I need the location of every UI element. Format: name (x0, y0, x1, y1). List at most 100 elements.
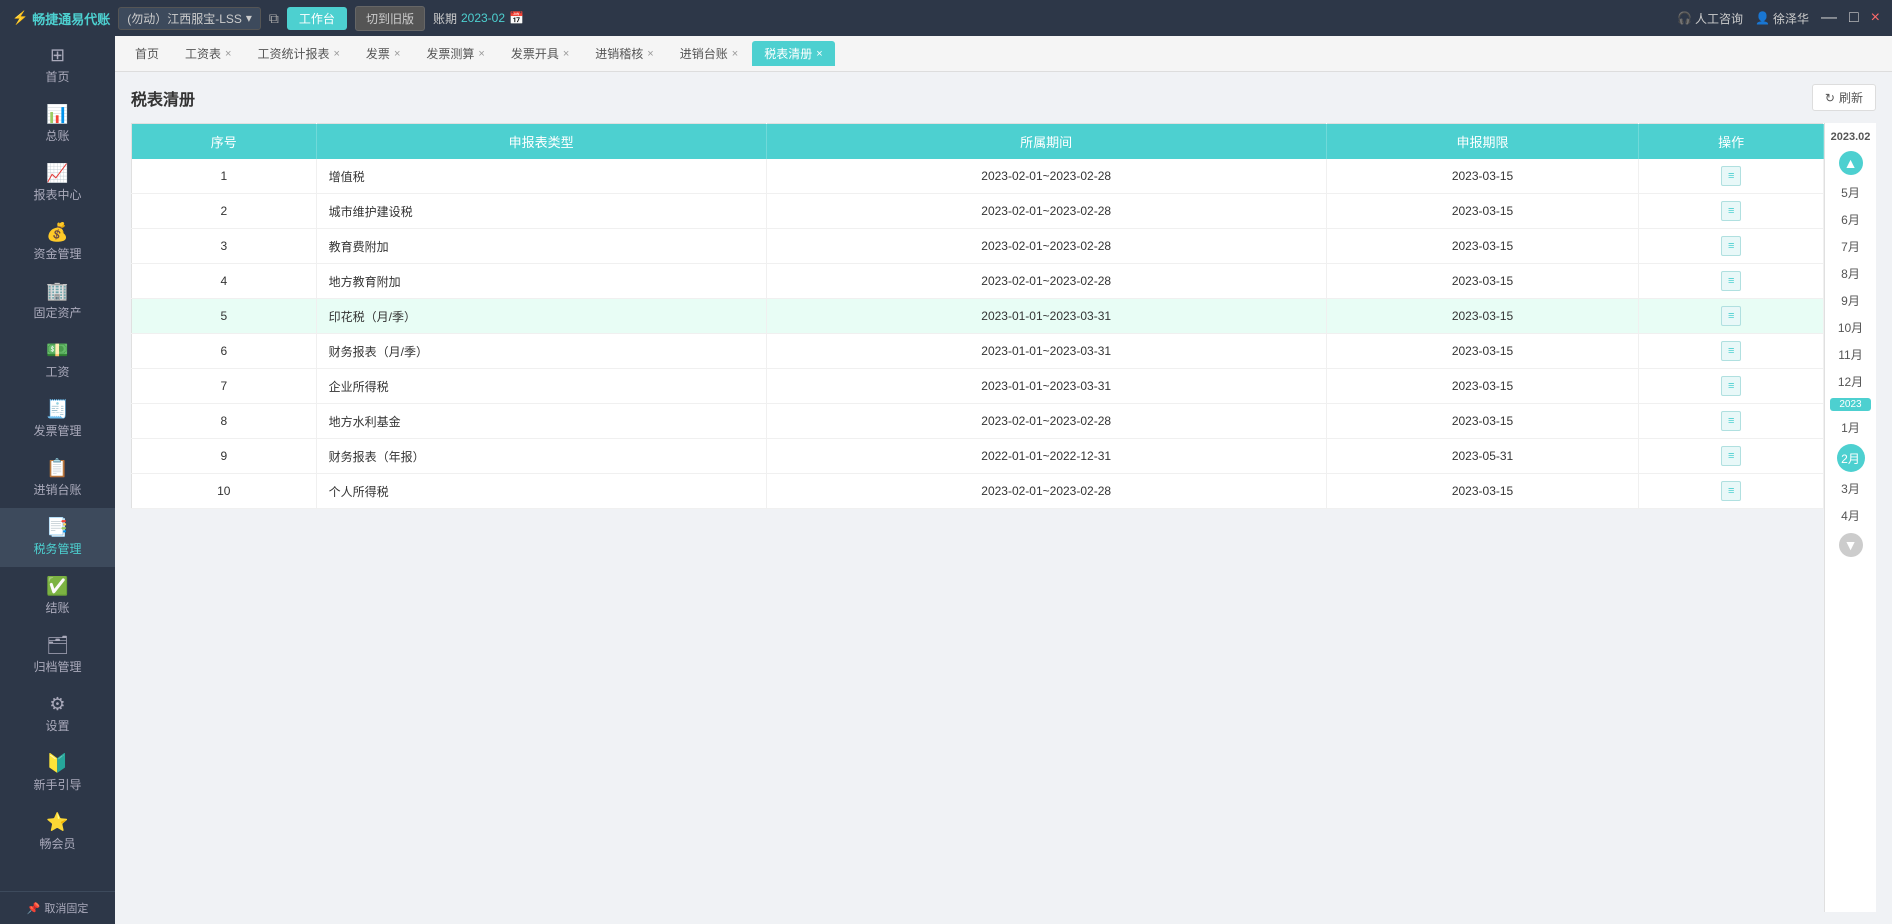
cell-action[interactable]: ≡ (1639, 474, 1824, 509)
timeline-month[interactable]: 7月 (1825, 233, 1876, 260)
tab-close-invoice[interactable]: × (394, 48, 400, 60)
timeline-month-4月[interactable]: 4月 (1825, 502, 1876, 529)
timeline-prev-button[interactable]: ▲ (1839, 151, 1863, 175)
cell-action[interactable]: ≡ (1639, 264, 1824, 299)
sidebar-item-label: 畅会员 (39, 835, 75, 852)
tab-invoice-calc[interactable]: 发票测算 × (414, 41, 496, 66)
sidebar-item-report[interactable]: 📈 报表中心 (0, 154, 115, 213)
timeline-month[interactable]: 5月 (1825, 179, 1876, 206)
cell-no: 1 (132, 159, 317, 194)
cell-action[interactable]: ≡ (1639, 229, 1824, 264)
cell-action[interactable]: ≡ (1639, 334, 1824, 369)
sidebar-item-member[interactable]: ⭐ 畅会员 (0, 803, 115, 862)
invoice-icon: 🧾 (46, 400, 68, 418)
tab-close-purchase-ledger[interactable]: × (732, 48, 738, 60)
table-row: 10 个人所得税 2023-02-01~2023-02-28 2023-03-1… (132, 474, 1824, 509)
timeline-month[interactable]: 12月 (1825, 368, 1876, 395)
action-icon[interactable]: ≡ (1721, 166, 1741, 186)
action-icon[interactable]: ≡ (1721, 376, 1741, 396)
minimize-button[interactable]: — (1821, 9, 1837, 27)
timeline-month-3月[interactable]: 3月 (1825, 475, 1876, 502)
action-icon[interactable]: ≡ (1721, 446, 1741, 466)
timeline-next-button[interactable]: ▼ (1839, 533, 1863, 557)
sidebar-item-label: 固定资产 (33, 304, 81, 321)
sidebar-item-label: 首页 (45, 68, 69, 85)
sidebar-item-tax[interactable]: 📑 税务管理 (0, 508, 115, 567)
action-icon[interactable]: ≡ (1721, 481, 1741, 501)
tab-invoice[interactable]: 发票× (354, 41, 412, 66)
cell-no: 5 (132, 299, 317, 334)
calendar-icon[interactable]: 📅 (509, 11, 524, 25)
sidebar-item-fixed-assets[interactable]: 🏢 固定资产 (0, 272, 115, 331)
tab-invoice-open[interactable]: 发票开具× (499, 41, 581, 66)
main-layout: ⊞ 首页 📊 总账 📈 报表中心 💰 资金管理 🏢 固定资产 💵 工资 🧾 发票… (0, 36, 1892, 924)
close-button[interactable]: × (1871, 9, 1880, 27)
sidebar-item-salary[interactable]: 💵 工资 (0, 331, 115, 390)
tab-label-purchase-check: 进销稽核 (595, 45, 643, 62)
sidebar-item-home[interactable]: ⊞ 首页 (0, 36, 115, 95)
timeline-month[interactable]: 8月 (1825, 260, 1876, 287)
refresh-button[interactable]: ↻ 刷新 (1812, 84, 1876, 111)
cell-deadline: 2023-03-15 (1326, 194, 1639, 229)
copy-icon[interactable]: ⧉ (269, 10, 279, 27)
col-header-所属期间: 所属期间 (766, 124, 1326, 160)
timeline-month[interactable]: 6月 (1825, 206, 1876, 233)
tab-close-purchase-check[interactable]: × (647, 48, 653, 60)
action-icon[interactable]: ≡ (1721, 236, 1741, 256)
maximize-button[interactable]: □ (1849, 9, 1859, 27)
tab-close-salary-table[interactable]: × (225, 48, 231, 60)
tab-salary-report[interactable]: 工资统计报表× (245, 41, 351, 66)
cell-no: 3 (132, 229, 317, 264)
sidebar-item-capital[interactable]: 💰 资金管理 (0, 213, 115, 272)
action-icon[interactable]: ≡ (1721, 411, 1741, 431)
sidebar-footer[interactable]: 📌 取消固定 (0, 891, 115, 924)
action-icon[interactable]: ≡ (1721, 271, 1741, 291)
sidebar-item-guide[interactable]: 🔰 新手引导 (0, 744, 115, 803)
sidebar-item-label: 报表中心 (33, 186, 81, 203)
cell-action[interactable]: ≡ (1639, 194, 1824, 229)
fixed-assets-icon: 🏢 (46, 282, 68, 300)
capital-icon: 💰 (46, 223, 68, 241)
timeline-month[interactable]: 10月 (1825, 314, 1876, 341)
cell-action[interactable]: ≡ (1639, 299, 1824, 334)
sidebar-item-settlement[interactable]: ✅ 结账 (0, 567, 115, 626)
tab-salary-table[interactable]: 工资表× (173, 41, 243, 66)
sidebar-item-settings[interactable]: ⚙ 设置 (0, 685, 115, 744)
sidebar-item-purchase-sale[interactable]: 📋 进销台账 (0, 449, 115, 508)
cell-action[interactable]: ≡ (1639, 369, 1824, 404)
workbench-button[interactable]: 工作台 (287, 7, 347, 30)
report-icon: 📈 (46, 164, 68, 182)
action-icon[interactable]: ≡ (1721, 201, 1741, 221)
archive-icon: 🗂 (46, 636, 69, 654)
user-profile[interactable]: 👤 徐泽华 (1755, 10, 1809, 27)
tab-label-invoice-calc: 发票测算 (426, 45, 474, 62)
timeline-month-2月[interactable]: 2月 (1837, 444, 1865, 472)
tab-close-tax-register[interactable]: × (816, 48, 822, 60)
cell-action[interactable]: ≡ (1639, 159, 1824, 194)
tab-close-invoice-calc[interactable]: × (478, 48, 484, 60)
tab-purchase-check[interactable]: 进销稽核 × (583, 41, 665, 66)
ai-consult-button[interactable]: 🎧 人工咨询 (1677, 10, 1743, 27)
tab-home[interactable]: 首页 (123, 41, 171, 66)
cell-period: 2023-02-01~2023-02-28 (766, 474, 1326, 509)
sidebar-item-invoice[interactable]: 🧾 发票管理 (0, 390, 115, 449)
company-selector[interactable]: (勿动）江西服宝-LSS ▾ (118, 7, 261, 30)
action-icon[interactable]: ≡ (1721, 341, 1741, 361)
col-header-序号: 序号 (132, 124, 317, 160)
sidebar-item-ledger[interactable]: 📊 总账 (0, 95, 115, 154)
timeline-month-1月[interactable]: 1月 (1825, 414, 1876, 441)
tab-tax-register[interactable]: 税表清册× (752, 41, 834, 66)
timeline-month[interactable]: 9月 (1825, 287, 1876, 314)
cell-no: 7 (132, 369, 317, 404)
old-version-button[interactable]: 切到旧版 (355, 6, 425, 31)
timeline-month[interactable]: 11月 (1825, 341, 1876, 368)
cell-action[interactable]: ≡ (1639, 404, 1824, 439)
tab-purchase-ledger[interactable]: 进销台账× (668, 41, 750, 66)
cell-type: 地方水利基金 (316, 404, 766, 439)
guide-icon: 🔰 (46, 754, 68, 772)
tab-close-invoice-open[interactable]: × (563, 48, 569, 60)
tab-close-salary-report[interactable]: × (333, 48, 339, 60)
action-icon[interactable]: ≡ (1721, 306, 1741, 326)
cell-action[interactable]: ≡ (1639, 439, 1824, 474)
sidebar-item-archive[interactable]: 🗂 归档管理 (0, 626, 115, 685)
